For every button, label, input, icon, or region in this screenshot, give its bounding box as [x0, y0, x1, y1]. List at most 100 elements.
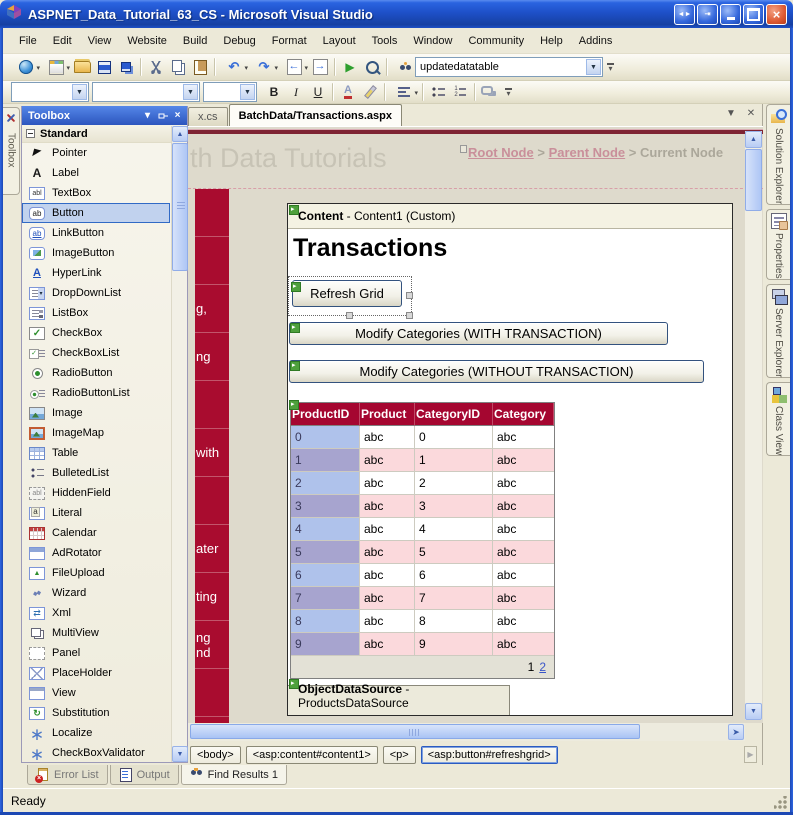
menu-item[interactable]: View: [80, 32, 120, 50]
window-control-button[interactable]: ⇥: [697, 3, 718, 25]
resize-handle[interactable]: [406, 312, 413, 319]
nav-item[interactable]: ng nd: [195, 621, 229, 669]
toolbox-item[interactable]: HyperLink: [22, 263, 170, 283]
menu-item[interactable]: Format: [264, 32, 315, 50]
scroll-up-icon[interactable]: ▲: [172, 126, 188, 142]
menu-item[interactable]: Help: [532, 32, 571, 50]
collapse-icon[interactable]: [26, 129, 35, 138]
toolbox-item[interactable]: AdRotator: [22, 543, 170, 563]
nav-item[interactable]: ting: [195, 573, 229, 621]
toolbox-item[interactable]: Xml: [22, 603, 170, 623]
redo-icon[interactable]: [249, 57, 279, 77]
font-name-combo[interactable]: ▼: [92, 82, 200, 102]
toolbox-item[interactable]: DropDownList: [22, 283, 170, 303]
smart-tag-icon[interactable]: [289, 205, 299, 215]
menu-item[interactable]: Debug: [215, 32, 263, 50]
tab-list-chevron-icon[interactable]: ▼: [724, 108, 738, 119]
smart-tag-icon[interactable]: [291, 282, 301, 292]
toolbox-item[interactable]: RadioButton: [22, 363, 170, 383]
side-panel-tab[interactable]: Class View: [766, 382, 790, 457]
find-icon[interactable]: [391, 57, 413, 77]
paste-icon[interactable]: [189, 57, 211, 77]
highlight-icon[interactable]: [359, 82, 381, 102]
menu-item[interactable]: Layout: [315, 32, 364, 50]
nav-item[interactable]: [195, 189, 229, 237]
toolbox-section-standard[interactable]: Standard: [22, 125, 187, 143]
undo-icon[interactable]: [219, 57, 249, 77]
toolbox-item[interactable]: PlaceHolder: [22, 663, 170, 683]
window-control-button[interactable]: ×: [766, 3, 787, 25]
toolbox-scrollbar[interactable]: ▲ ▼: [171, 126, 188, 762]
document-tab[interactable]: BatchData/Transactions.aspx: [228, 104, 403, 126]
hyperlink-tb-icon[interactable]: [479, 82, 501, 102]
resize-handle[interactable]: [406, 292, 413, 299]
toolbox-item[interactable]: Wizard: [22, 583, 170, 603]
save-all-icon[interactable]: [115, 57, 137, 77]
underline-icon[interactable]: [307, 82, 329, 102]
smart-tag-icon[interactable]: [290, 323, 300, 333]
bottom-tab[interactable]: Error List: [27, 765, 108, 785]
toolbox-item[interactable]: CheckBoxValidator: [22, 743, 170, 762]
toolbox-item[interactable]: ImageMap: [22, 423, 170, 443]
toolbox-item[interactable]: Table: [22, 443, 170, 463]
add-item-icon[interactable]: [41, 57, 71, 77]
nav-item[interactable]: [195, 237, 229, 285]
toolbox-item[interactable]: MultiView: [22, 623, 170, 643]
nav-item[interactable]: ng: [195, 333, 229, 381]
tag-navigator-item[interactable]: <body>: [190, 745, 241, 764]
navigate-back-icon[interactable]: [279, 57, 309, 77]
toolbox-item[interactable]: BulletedList: [22, 463, 170, 483]
browse-with-icon[interactable]: [361, 57, 383, 77]
side-panel-tab[interactable]: Properties: [766, 209, 790, 280]
scrollbar-thumb[interactable]: [172, 143, 188, 271]
menu-item[interactable]: File: [11, 32, 45, 50]
nav-item[interactable]: [195, 669, 229, 717]
window-control-button[interactable]: ◄►: [674, 3, 695, 25]
resize-handle[interactable]: [346, 312, 353, 319]
tag-navigator-item[interactable]: <asp:content#content1>: [245, 745, 378, 764]
toolbox-item[interactable]: CheckBox: [22, 323, 170, 343]
bottom-tab[interactable]: Find Results 1: [180, 765, 287, 785]
navigate-forward-icon[interactable]: [309, 57, 331, 77]
refresh-grid-button[interactable]: Refresh Grid: [292, 280, 402, 307]
save-icon[interactable]: [93, 57, 115, 77]
nav-item[interactable]: [195, 477, 229, 525]
copy-icon[interactable]: [167, 57, 189, 77]
toolbox-item[interactable]: Calendar: [22, 523, 170, 543]
side-panel-tab[interactable]: Server Explorer: [766, 283, 790, 379]
toolbox-item[interactable]: TextBox: [22, 183, 170, 203]
italic-icon[interactable]: [285, 82, 307, 102]
nav-item[interactable]: ater: [195, 525, 229, 573]
open-file-icon[interactable]: [71, 57, 93, 77]
toolbox-item[interactable]: ListBox: [22, 303, 170, 323]
tag-navigator-item[interactable]: <p>: [382, 745, 416, 764]
breadcrumb-root-link[interactable]: Root Node: [468, 145, 534, 160]
find-combo[interactable]: updatedatatable ▼: [415, 57, 603, 77]
breadcrumb-parent-link[interactable]: Parent Node: [549, 145, 626, 160]
menu-item[interactable]: Edit: [45, 32, 80, 50]
smart-tag-icon[interactable]: [290, 361, 300, 371]
window-control-button[interactable]: [720, 3, 741, 25]
sidebar-tab-toolbox[interactable]: Toolbox: [3, 107, 20, 195]
nav-item[interactable]: [195, 381, 229, 429]
toolbar-overflow-icon[interactable]: [503, 82, 514, 102]
menu-item[interactable]: Window: [405, 32, 460, 50]
block-format-combo[interactable]: ▼: [11, 82, 89, 102]
pager-page-link[interactable]: 2: [539, 660, 546, 674]
document-tab[interactable]: x.cs: [188, 107, 228, 126]
scroll-up-icon[interactable]: ▲: [745, 131, 762, 148]
menu-item[interactable]: Community: [460, 32, 532, 50]
font-color-icon[interactable]: [337, 82, 359, 102]
toolbox-item[interactable]: FileUpload: [22, 563, 170, 583]
nav-item[interactable]: with: [195, 429, 229, 477]
close-icon[interactable]: ×: [170, 108, 185, 123]
font-size-combo[interactable]: ▼: [203, 82, 257, 102]
cut-icon[interactable]: [145, 57, 167, 77]
menu-item[interactable]: Addins: [571, 32, 621, 50]
bullets-icon[interactable]: [427, 82, 449, 102]
nav-item[interactable]: g,: [195, 285, 229, 333]
align-left-icon[interactable]: [389, 82, 419, 102]
toolbox-item[interactable]: LinkButton: [22, 223, 170, 243]
window-position-icon[interactable]: ▾: [140, 108, 155, 123]
side-panel-tab[interactable]: Solution Explorer: [766, 104, 790, 206]
